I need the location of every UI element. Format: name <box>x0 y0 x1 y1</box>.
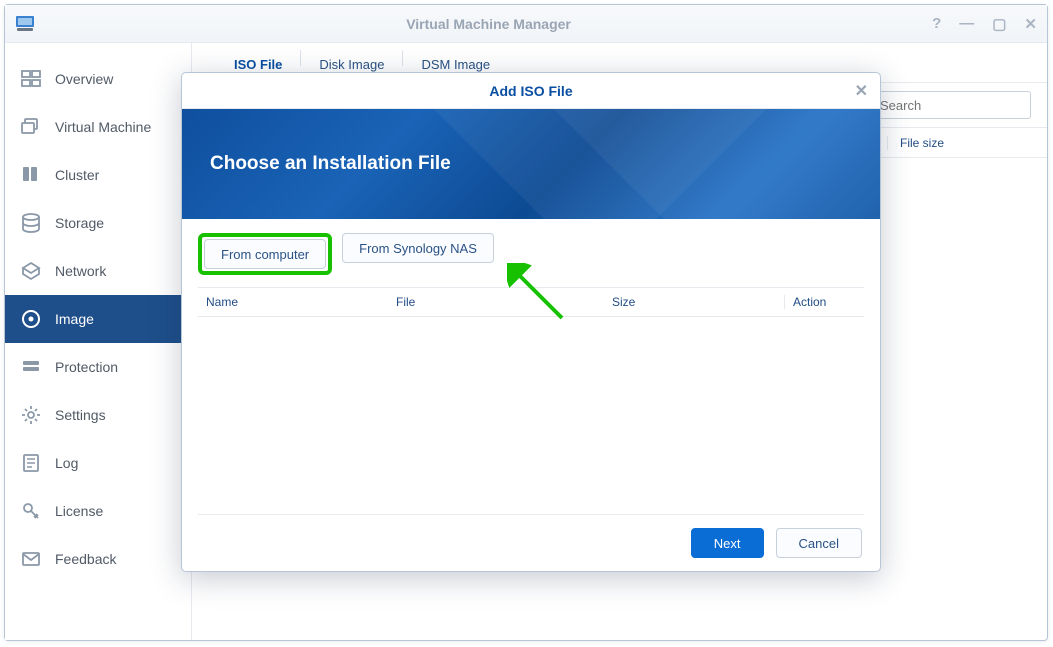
sidebar-item-label: Cluster <box>55 167 99 183</box>
dialog-heading: Choose an Installation File <box>210 153 451 175</box>
maximize-button[interactable]: ▢ <box>992 15 1006 33</box>
sidebar-item-label: Log <box>55 455 78 471</box>
settings-icon <box>21 405 41 425</box>
dialog-close-button[interactable]: ✕ <box>855 81 868 101</box>
dialog-hero: Choose an Installation File <box>182 109 880 219</box>
dialog-column-size[interactable]: Size <box>604 295 784 309</box>
column-file-size[interactable]: File size <box>887 136 1047 150</box>
sidebar-item-feedback[interactable]: Feedback <box>5 535 191 583</box>
minimize-button[interactable]: — <box>959 15 974 33</box>
button-label: Cancel <box>799 536 839 551</box>
annotation-highlight: From computer <box>198 233 332 275</box>
protection-icon <box>21 357 41 377</box>
button-label: Next <box>714 536 741 551</box>
sidebar-item-label: Overview <box>55 71 113 87</box>
search-input[interactable] <box>871 91 1031 119</box>
tab-label: DSM Image <box>421 57 490 72</box>
from-synology-nas-button[interactable]: From Synology NAS <box>342 233 494 263</box>
dialog-titlebar: Add ISO File ✕ <box>182 73 880 109</box>
next-button[interactable]: Next <box>691 528 764 558</box>
network-icon <box>21 261 41 281</box>
sidebar-item-label: Protection <box>55 359 118 375</box>
sidebar-item-label: Storage <box>55 215 104 231</box>
tab-label: ISO File <box>234 57 282 72</box>
sidebar-item-license[interactable]: License <box>5 487 191 535</box>
dialog-column-file[interactable]: File <box>388 295 604 309</box>
dialog-column-name[interactable]: Name <box>198 295 388 309</box>
add-iso-dialog: Add ISO File ✕ Choose an Installation Fi… <box>181 72 881 572</box>
sidebar-item-settings[interactable]: Settings <box>5 391 191 439</box>
image-icon <box>21 309 41 329</box>
dialog-title: Add ISO File <box>489 83 572 99</box>
window-title: Virtual Machine Manager <box>45 16 932 32</box>
sidebar-item-network[interactable]: Network <box>5 247 191 295</box>
app-icon <box>15 15 35 33</box>
dialog-table-header: Name File Size Action <box>198 287 864 317</box>
close-button[interactable]: ✕ <box>1024 15 1037 33</box>
help-button[interactable]: ? <box>932 15 941 33</box>
license-icon <box>21 501 41 521</box>
window-titlebar: Virtual Machine Manager ? — ▢ ✕ <box>5 5 1047 43</box>
dialog-column-action[interactable]: Action <box>784 295 864 309</box>
sidebar-item-label: Image <box>55 311 94 327</box>
sidebar-item-protection[interactable]: Protection <box>5 343 191 391</box>
from-computer-button[interactable]: From computer <box>204 239 326 269</box>
cluster-icon <box>21 165 41 185</box>
log-icon <box>21 453 41 473</box>
sidebar-item-image[interactable]: Image <box>5 295 191 343</box>
vm-icon <box>21 117 41 137</box>
dialog-footer: Next Cancel <box>182 515 880 571</box>
dialog-table-body <box>198 317 864 515</box>
sidebar-item-label: Feedback <box>55 551 116 567</box>
button-label: From Synology NAS <box>359 241 477 256</box>
cancel-button[interactable]: Cancel <box>776 528 862 558</box>
sidebar-item-log[interactable]: Log <box>5 439 191 487</box>
sidebar-item-label: Network <box>55 263 106 279</box>
sidebar-item-label: Virtual Machine <box>55 119 151 135</box>
sidebar-item-label: License <box>55 503 103 519</box>
button-label: From computer <box>221 247 309 262</box>
sidebar-item-overview[interactable]: Overview <box>5 55 191 103</box>
overview-icon <box>21 69 41 89</box>
tab-label: Disk Image <box>319 57 384 72</box>
feedback-icon <box>21 549 41 569</box>
sidebar-item-virtual-machine[interactable]: Virtual Machine <box>5 103 191 151</box>
sidebar: Overview Virtual Machine Cluster Storage… <box>5 43 191 640</box>
sidebar-item-storage[interactable]: Storage <box>5 199 191 247</box>
sidebar-item-label: Settings <box>55 407 106 423</box>
sidebar-item-cluster[interactable]: Cluster <box>5 151 191 199</box>
storage-icon <box>21 213 41 233</box>
